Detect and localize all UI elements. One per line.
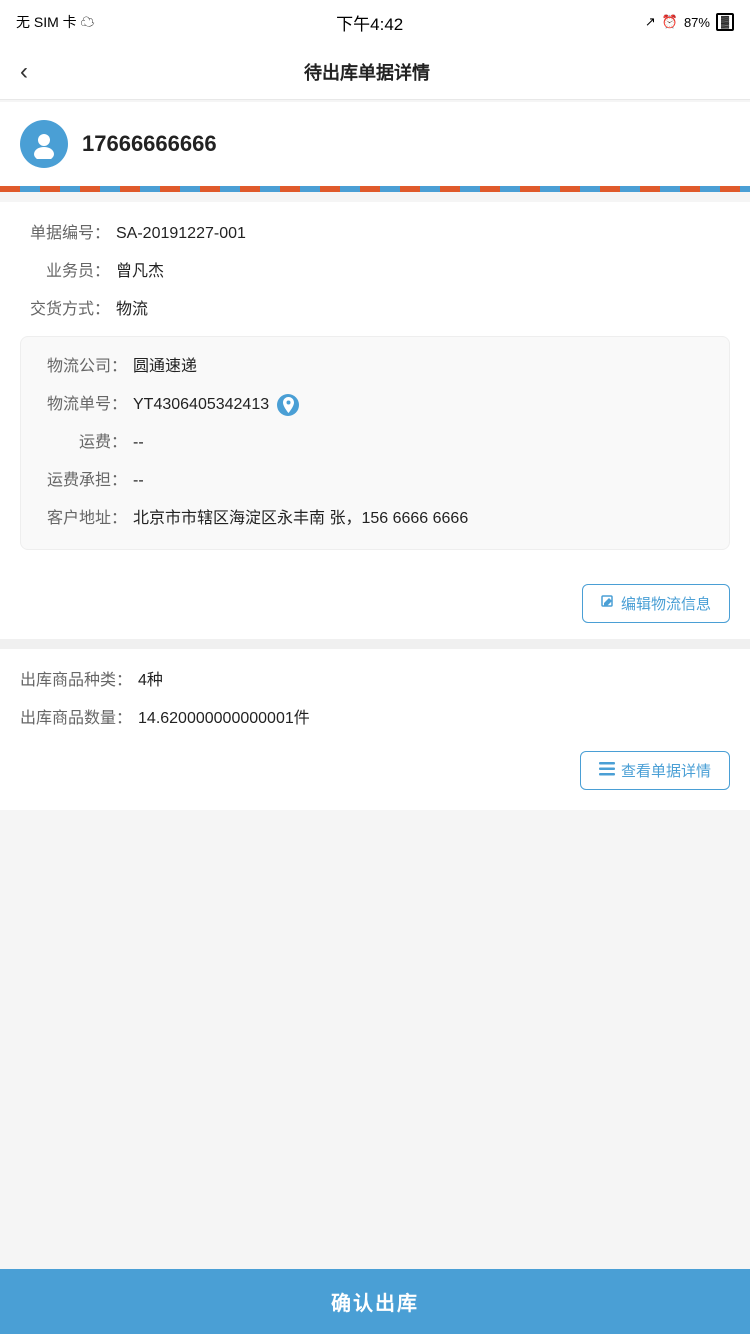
customer-header: 17666666666 [0,102,750,186]
freight-row: 运费： -- [37,431,713,455]
sales-person-label: 业务员： [20,260,110,284]
confirm-outbound-button[interactable]: 确认出库 [0,1287,750,1316]
sim-status: 无 SIM 卡 ☁ [16,12,95,32]
customer-address-row: 客户地址： 北京市市辖区海淀区永丰南 张，156 6666 6666 [37,507,713,531]
view-details-icon [599,762,615,780]
bottom-button-area: 确认出库 [0,1269,750,1334]
view-details-button[interactable]: 查看单据详情 [580,751,730,790]
sales-person-value: 曾凡杰 [116,260,730,284]
product-types-value: 4种 [138,669,730,693]
status-right: ↗ ⏰ 87% ▓ [645,13,734,31]
avatar [20,120,68,168]
freight-bearer-label: 运费承担： [37,469,127,493]
edit-logistics-button[interactable]: 编辑物流信息 [582,584,730,623]
location-icon: ↗ [645,14,656,30]
nav-bar: ‹ 待出库单据详情 [0,44,750,100]
delivery-method-label: 交货方式： [20,298,110,322]
logistics-tracking-value: YT4306405342413 [133,393,713,417]
status-time: 下午4:42 [336,10,403,35]
logistics-company-row: 物流公司： 圆通速递 [37,355,713,379]
order-no-label: 单据编号： [20,222,110,246]
logistics-company-label: 物流公司： [37,355,127,379]
product-types-label: 出库商品种类： [20,669,132,693]
logistics-tracking-row: 物流单号： YT4306405342413 [37,393,713,417]
edit-logistics-area: 编辑物流信息 [0,570,750,639]
back-button[interactable]: ‹ [20,58,28,86]
dashed-divider [0,186,750,192]
freight-value: -- [133,431,713,455]
product-types-row: 出库商品种类： 4种 [20,669,730,693]
tracking-no-text: YT4306405342413 [133,393,269,417]
delivery-method-row: 交货方式： 物流 [20,298,730,322]
freight-bearer-row: 运费承担： -- [37,469,713,493]
sales-person-row: 业务员： 曾凡杰 [20,260,730,284]
order-no-row: 单据编号： SA-20191227-001 [20,222,730,246]
view-details-label: 查看单据详情 [621,760,711,781]
product-stats-section: 出库商品种类： 4种 出库商品数量： 14.620000000000001件 [0,649,750,741]
order-no-value: SA-20191227-001 [116,222,730,246]
customer-address-label: 客户地址： [37,507,127,531]
logistics-company-value: 圆通速递 [133,355,713,379]
status-bar: 无 SIM 卡 ☁ 下午4:42 ↗ ⏰ 87% ▓ [0,0,750,44]
logistics-tracking-label: 物流单号： [37,393,127,417]
customer-address-value: 北京市市辖区海淀区永丰南 张，156 6666 6666 [133,507,713,531]
logistics-card: 物流公司： 圆通速递 物流单号： YT4306405342413 运费： -- [20,336,730,550]
order-info-section: 单据编号： SA-20191227-001 业务员： 曾凡杰 交货方式： 物流 … [0,202,750,570]
product-quantity-value: 14.620000000000001件 [138,707,730,731]
edit-icon [601,595,615,612]
page-title: 待出库单据详情 [44,59,690,85]
alarm-icon: ⏰ [662,14,678,30]
product-quantity-label: 出库商品数量： [20,707,132,731]
delivery-method-value: 物流 [116,298,730,322]
battery-level: 87% [684,15,710,30]
view-details-area: 查看单据详情 [0,741,750,810]
product-quantity-row: 出库商品数量： 14.620000000000001件 [20,707,730,731]
customer-phone: 17666666666 [82,131,217,157]
freight-label: 运费： [37,431,127,455]
section-divider [0,639,750,649]
status-left: 无 SIM 卡 ☁ [16,12,95,32]
battery-icon: ▓ [716,13,734,31]
freight-bearer-value: -- [133,469,713,493]
tracking-location-icon[interactable] [277,394,299,416]
empty-space [0,810,750,990]
edit-logistics-label: 编辑物流信息 [621,593,711,614]
